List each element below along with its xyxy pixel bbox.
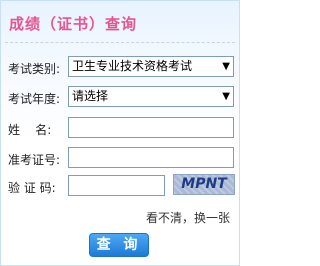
exam-year-select[interactable]: 请选择 ▼	[68, 86, 234, 107]
name-input[interactable]	[68, 117, 234, 138]
captcha-input[interactable]	[68, 175, 165, 196]
exam-year-value: 请选择	[72, 89, 109, 103]
dropdown-arrow-icon: ▼	[222, 91, 230, 102]
query-card: 成绩（证书）查询 考试类别: 卫生专业技术资格考试 ▼ 考试年度: 请选择 ▼ …	[0, 0, 240, 266]
ticket-number-label: 准考证号:	[8, 153, 61, 167]
name-label: 姓 名:	[8, 123, 52, 137]
title-divider	[5, 42, 235, 43]
captcha-label: 验 证 码:	[8, 181, 56, 195]
exam-year-label: 考试年度:	[8, 92, 61, 106]
exam-category-label: 考试类别:	[8, 62, 61, 76]
captcha-image[interactable]: MPNT	[173, 174, 235, 195]
exam-category-value: 卫生专业技术资格考试	[72, 59, 193, 73]
ticket-number-input[interactable]	[68, 147, 234, 168]
query-button[interactable]: 查 询	[89, 233, 149, 257]
page-title: 成绩（证书）查询	[9, 15, 138, 33]
exam-category-select[interactable]: 卫生专业技术资格考试 ▼	[68, 56, 234, 77]
refresh-captcha-link[interactable]: 看不清，换一张	[146, 209, 230, 226]
dropdown-arrow-icon: ▼	[222, 61, 230, 72]
